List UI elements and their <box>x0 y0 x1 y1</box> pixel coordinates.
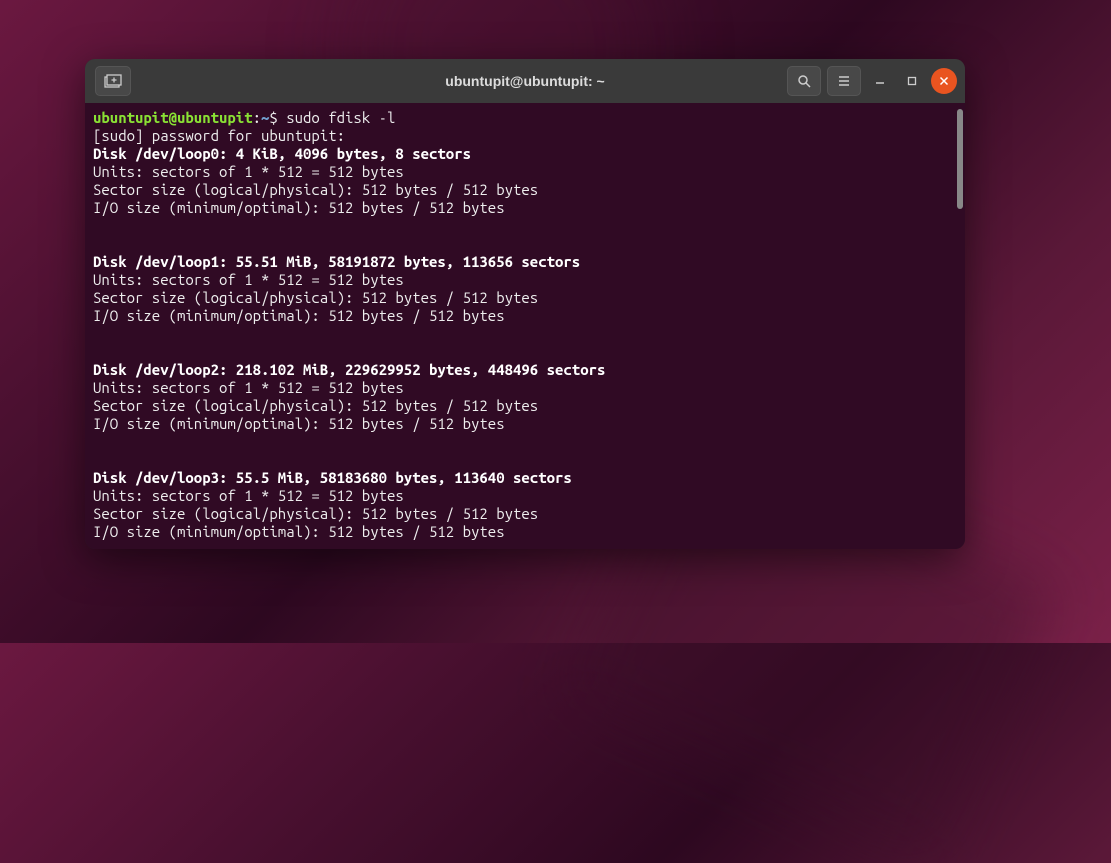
output-line: I/O size (minimum/optimal): 512 bytes / … <box>93 415 957 433</box>
output-line: Sector size (logical/physical): 512 byte… <box>93 505 957 523</box>
output-line: Sector size (logical/physical): 512 byte… <box>93 181 957 199</box>
disk-header: Disk /dev/loop0: 4 KiB, 4096 bytes, 8 se… <box>93 145 957 163</box>
disk-header: Disk /dev/loop3: 55.5 MiB, 58183680 byte… <box>93 469 957 487</box>
maximize-button[interactable] <box>899 68 925 94</box>
window-title: ubuntupit@ubuntupit: ~ <box>445 73 604 89</box>
output-line: Sector size (logical/physical): 512 byte… <box>93 289 957 307</box>
close-button[interactable] <box>931 68 957 94</box>
output-line: [sudo] password for ubuntupit: <box>93 127 957 145</box>
output-line: Units: sectors of 1 * 512 = 512 bytes <box>93 163 957 181</box>
prompt-dollar: $ <box>269 109 286 126</box>
disk-header: Disk /dev/loop1: 55.51 MiB, 58191872 byt… <box>93 253 957 271</box>
minimize-button[interactable] <box>867 68 893 94</box>
close-icon <box>939 76 949 86</box>
blank-line <box>93 433 957 451</box>
minimize-icon <box>875 76 885 86</box>
output-line: Units: sectors of 1 * 512 = 512 bytes <box>93 271 957 289</box>
blank-line <box>93 235 957 253</box>
output-line: Units: sectors of 1 * 512 = 512 bytes <box>93 379 957 397</box>
blank-line <box>93 343 957 361</box>
command-text: sudo fdisk -l <box>286 109 395 126</box>
output-line: Units: sectors of 1 * 512 = 512 bytes <box>93 487 957 505</box>
scrollbar-thumb[interactable] <box>957 109 963 209</box>
prompt-line: ubuntupit@ubuntupit:~$ sudo fdisk -l <box>93 109 957 127</box>
output-line: I/O size (minimum/optimal): 512 bytes / … <box>93 307 957 325</box>
search-button[interactable] <box>787 66 821 96</box>
output-line: Sector size (logical/physical): 512 byte… <box>93 397 957 415</box>
output-line: I/O size (minimum/optimal): 512 bytes / … <box>93 523 957 541</box>
blank-line <box>93 451 957 469</box>
search-icon <box>797 74 811 88</box>
maximize-icon <box>907 76 917 86</box>
prompt-sep: : <box>253 109 261 126</box>
new-tab-button[interactable] <box>95 66 131 96</box>
prompt-user-host: ubuntupit@ubuntupit <box>93 109 253 126</box>
terminal-window: ubuntupit@ubuntupit: ~ <box>85 59 965 549</box>
titlebar: ubuntupit@ubuntupit: ~ <box>85 59 965 103</box>
titlebar-controls <box>787 66 957 96</box>
menu-button[interactable] <box>827 66 861 96</box>
output-line: I/O size (minimum/optimal): 512 bytes / … <box>93 199 957 217</box>
terminal-output[interactable]: ubuntupit@ubuntupit:~$ sudo fdisk -l [su… <box>85 103 965 549</box>
disk-header: Disk /dev/loop2: 218.102 MiB, 229629952 … <box>93 361 957 379</box>
new-tab-icon <box>104 74 122 88</box>
hamburger-icon <box>837 74 851 88</box>
blank-line <box>93 325 957 343</box>
blank-line <box>93 217 957 235</box>
